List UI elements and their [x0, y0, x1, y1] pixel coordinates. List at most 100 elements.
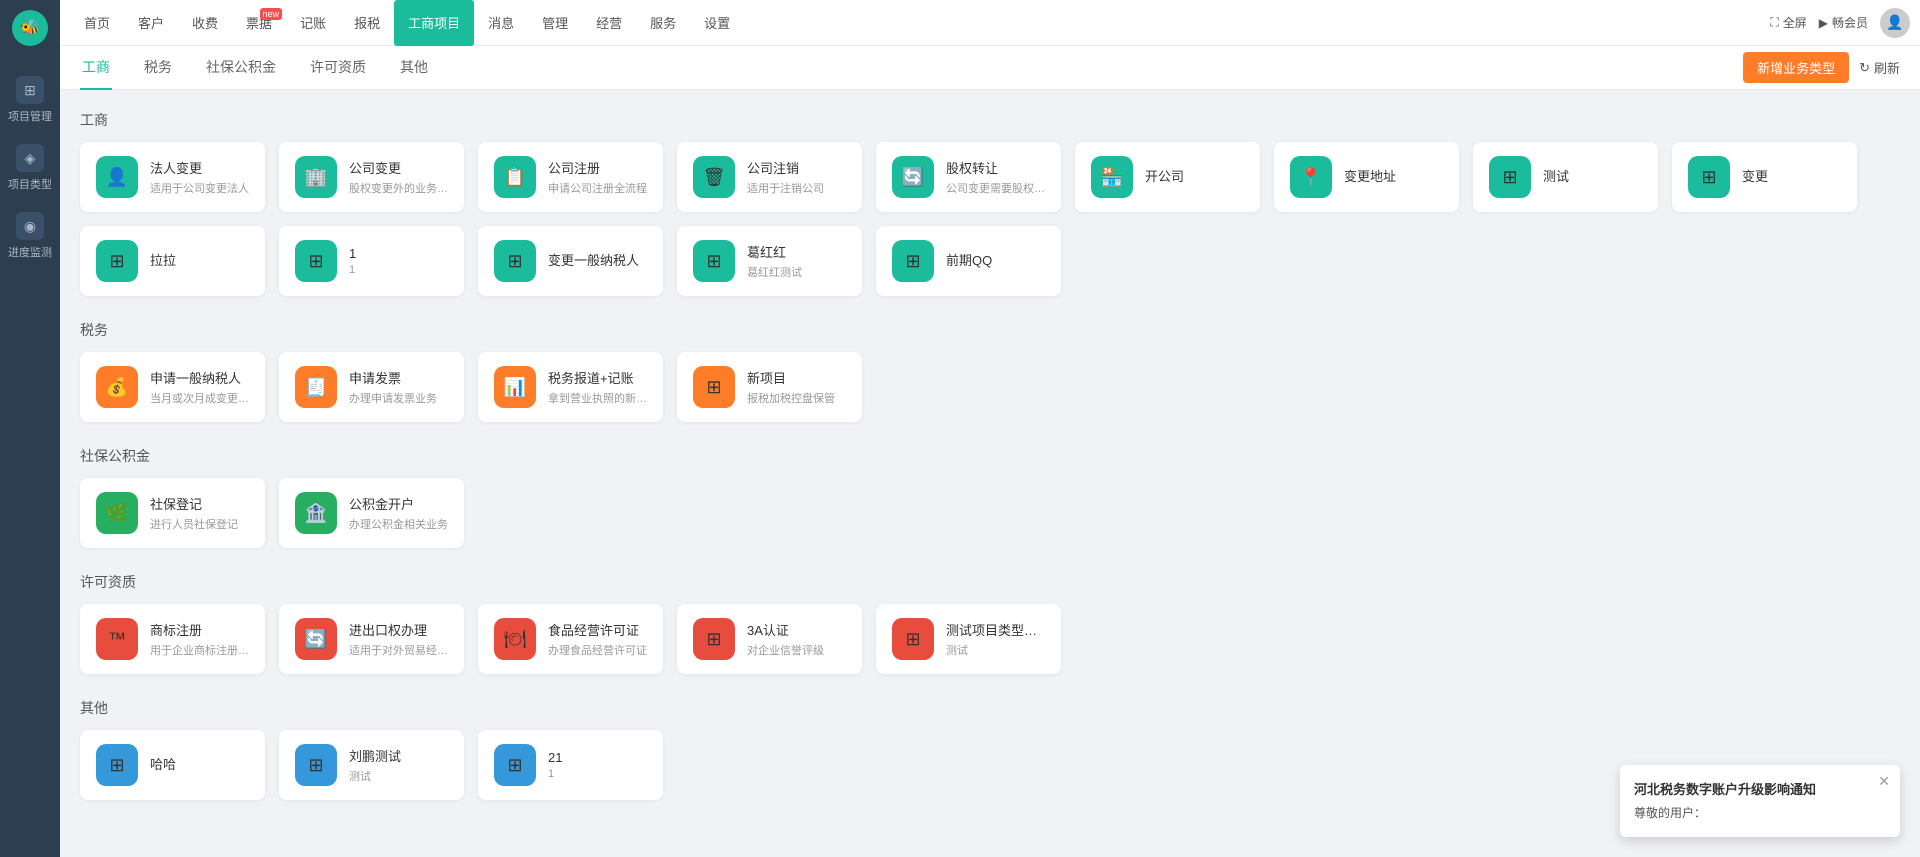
nav-operation[interactable]: 经营: [582, 0, 636, 46]
nav-service[interactable]: 服务: [636, 0, 690, 46]
card-icon-test: ⊞: [1489, 156, 1531, 198]
card-change-taxpayer[interactable]: ⊞ 变更一般纳税人: [478, 226, 663, 296]
nav-accounting[interactable]: 记账: [286, 0, 340, 46]
project-mgmt-icon: ⊞: [16, 76, 44, 104]
card-test[interactable]: ⊞ 测试: [1473, 142, 1658, 212]
main-area: 首页 客户 收费 票据 new 记账 报税 工商项目 消息 管理 经营 服务 设…: [60, 0, 1920, 857]
card-open-company[interactable]: 🏪 开公司: [1075, 142, 1260, 212]
sidebar-item-project-mgmt[interactable]: ⊞ 项目管理: [0, 66, 60, 134]
content-area: 工商 税务 社保公积金 许可资质 其他 新增业务类型 ↻ 刷新: [60, 46, 1920, 857]
card-social-register[interactable]: 🌿 社保登记 进行人员社保登记: [80, 478, 265, 548]
card-haha[interactable]: ⊞ 哈哈: [80, 730, 265, 800]
section-title-shuiwu: 税务: [80, 320, 1900, 340]
card-food-license[interactable]: 🍽 食品经营许可证 办理食品经营许可证: [478, 604, 663, 674]
card-icon-company-cancel: 🗑: [693, 156, 735, 198]
card-icon-tax-report-accounting: 📊: [494, 366, 536, 408]
progress-monitor-icon: ◉: [16, 212, 44, 240]
card-icon-twenty-one: ⊞: [494, 744, 536, 786]
card-front-qq[interactable]: ⊞ 前期QQ: [876, 226, 1061, 296]
sidebar: 🐝 ⊞ 项目管理 ◈ 项目类型 ◉ 进度监测: [0, 0, 60, 857]
nav-bizproject[interactable]: 工商项目: [394, 0, 474, 46]
card-icon-legal-change: 👤: [96, 156, 138, 198]
user-avatar[interactable]: 👤: [1880, 8, 1910, 38]
card-icon-trademark: ™: [96, 618, 138, 660]
card-apply-taxpayer[interactable]: 💰 申请一般纳税人 当月或次月成变更完成: [80, 352, 265, 422]
card-icon-open-company: 🏪: [1091, 156, 1133, 198]
card-liupeng-test[interactable]: ⊞ 刘鹏测试 测试: [279, 730, 464, 800]
sidebar-label-project-mgmt: 项目管理: [8, 108, 52, 124]
nav-settings[interactable]: 设置: [690, 0, 744, 46]
card-fund-open[interactable]: 🏦 公积金开户 办理公积金相关业务: [279, 478, 464, 548]
card-one[interactable]: ⊞ 1 1: [279, 226, 464, 296]
card-icon-company-register: 📋: [494, 156, 536, 198]
card-trademark[interactable]: ™ 商标注册 用于企业商标注册服务: [80, 604, 265, 674]
sidebar-item-project-type[interactable]: ◈ 项目类型: [0, 134, 60, 202]
new-badge: new: [260, 8, 283, 20]
page: 工商 税务 社保公积金 许可资质 其他 新增业务类型 ↻ 刷新: [60, 46, 1920, 857]
sidebar-label-project-type: 项目类型: [8, 176, 52, 192]
tab-shuiwu[interactable]: 税务: [142, 46, 174, 90]
card-text-legal-change: 法人变更 适用于公司变更法人: [150, 158, 249, 196]
card-icon-company-change: 🏢: [295, 156, 337, 198]
card-icon-front-qq: ⊞: [892, 240, 934, 282]
vip-btn[interactable]: ▶ 畅会员: [1819, 14, 1868, 31]
card-legal-change[interactable]: 👤 法人变更 适用于公司变更法人: [80, 142, 265, 212]
card-tax-report-accounting[interactable]: 📊 税务报道+记账 拿到营业执照的新公司: [478, 352, 663, 422]
notification-content: 尊敬的用户：: [1634, 804, 1886, 823]
nav-ticket[interactable]: 票据 new: [232, 0, 286, 46]
nav-tax[interactable]: 报税: [340, 0, 394, 46]
card-icon-equity-transfer: 🔄: [892, 156, 934, 198]
tab-other[interactable]: 其他: [398, 46, 430, 90]
sidebar-label-progress-monitor: 进度监测: [8, 244, 52, 260]
refresh-button[interactable]: ↻ 刷新: [1859, 58, 1900, 77]
nav-message[interactable]: 消息: [474, 0, 528, 46]
section-title-gongshang: 工商: [80, 110, 1900, 130]
card-equity-transfer[interactable]: 🔄 股权转让 公司变更需要股权转让: [876, 142, 1061, 212]
top-nav-right: ⛶ 全屏 ▶ 畅会员 👤: [1770, 8, 1910, 38]
tab-shebao[interactable]: 社保公积金: [204, 46, 278, 90]
card-icon-apply-taxpayer: 💰: [96, 366, 138, 408]
tabs-left: 工商 税务 社保公积金 许可资质 其他: [80, 46, 430, 90]
notification-title: 河北税务数字账户升级影响通知: [1634, 779, 1886, 798]
card-icon-3a-cert: ⊞: [693, 618, 735, 660]
tabs-bar: 工商 税务 社保公积金 许可资质 其他 新增业务类型 ↻ 刷新: [60, 46, 1920, 90]
refresh-icon: ↻: [1859, 60, 1870, 76]
section-gongshang: 工商 👤 法人变更 适用于公司变更法人 🏢 公司变更: [80, 110, 1900, 296]
section-title-other: 其他: [80, 698, 1900, 718]
card-icon-new-project: ⊞: [693, 366, 735, 408]
card-apply-invoice[interactable]: 🧾 申请发票 办理申请发票业务: [279, 352, 464, 422]
project-type-icon: ◈: [16, 144, 44, 172]
section-title-xuke: 许可资质: [80, 572, 1900, 592]
card-test-type-def[interactable]: ⊞ 测试项目类型目定义 测试: [876, 604, 1061, 674]
notification-close-button[interactable]: ✕: [1878, 773, 1890, 790]
card-twenty-one[interactable]: ⊞ 21 1: [478, 730, 663, 800]
sidebar-item-progress-monitor[interactable]: ◉ 进度监测: [0, 202, 60, 270]
nav-customer[interactable]: 客户: [124, 0, 178, 46]
card-gehonghong[interactable]: ⊞ 葛红红 葛红红测试: [677, 226, 862, 296]
card-company-register[interactable]: 📋 公司注册 申请公司注册全流程: [478, 142, 663, 212]
add-biztype-button[interactable]: 新增业务类型: [1743, 52, 1849, 83]
card-new-project[interactable]: ⊞ 新项目 报税加税控盘保管: [677, 352, 862, 422]
card-icon-lala: ⊞: [96, 240, 138, 282]
nav-home[interactable]: 首页: [70, 0, 124, 46]
card-icon-fund-open: 🏦: [295, 492, 337, 534]
card-icon-change-taxpayer: ⊞: [494, 240, 536, 282]
nav-billing[interactable]: 收费: [178, 0, 232, 46]
card-3a-cert[interactable]: ⊞ 3A认证 对企业信誉评级: [677, 604, 862, 674]
tab-xuke[interactable]: 许可资质: [308, 46, 368, 90]
fullscreen-btn[interactable]: ⛶ 全屏: [1770, 14, 1806, 31]
card-icon-change-address: 📍: [1290, 156, 1332, 198]
card-change2[interactable]: ⊞ 变更: [1672, 142, 1857, 212]
card-lala[interactable]: ⊞ 拉拉: [80, 226, 265, 296]
card-company-cancel[interactable]: 🗑 公司注销 适用于注销公司: [677, 142, 862, 212]
nav-management[interactable]: 管理: [528, 0, 582, 46]
card-change-address[interactable]: 📍 变更地址: [1274, 142, 1459, 212]
page-content: 工商 👤 法人变更 适用于公司变更法人 🏢 公司变更: [60, 90, 1920, 857]
card-icon-haha: ⊞: [96, 744, 138, 786]
tab-gongshang[interactable]: 工商: [80, 46, 112, 90]
card-import-export[interactable]: 🔄 进出口权办理 适用于对外贸易经营者: [279, 604, 464, 674]
card-icon-one: ⊞: [295, 240, 337, 282]
app-logo: 🐝: [12, 10, 48, 46]
fullscreen-icon: ⛶: [1770, 15, 1778, 30]
card-company-change[interactable]: 🏢 公司变更 股权变更外的业务变更: [279, 142, 464, 212]
